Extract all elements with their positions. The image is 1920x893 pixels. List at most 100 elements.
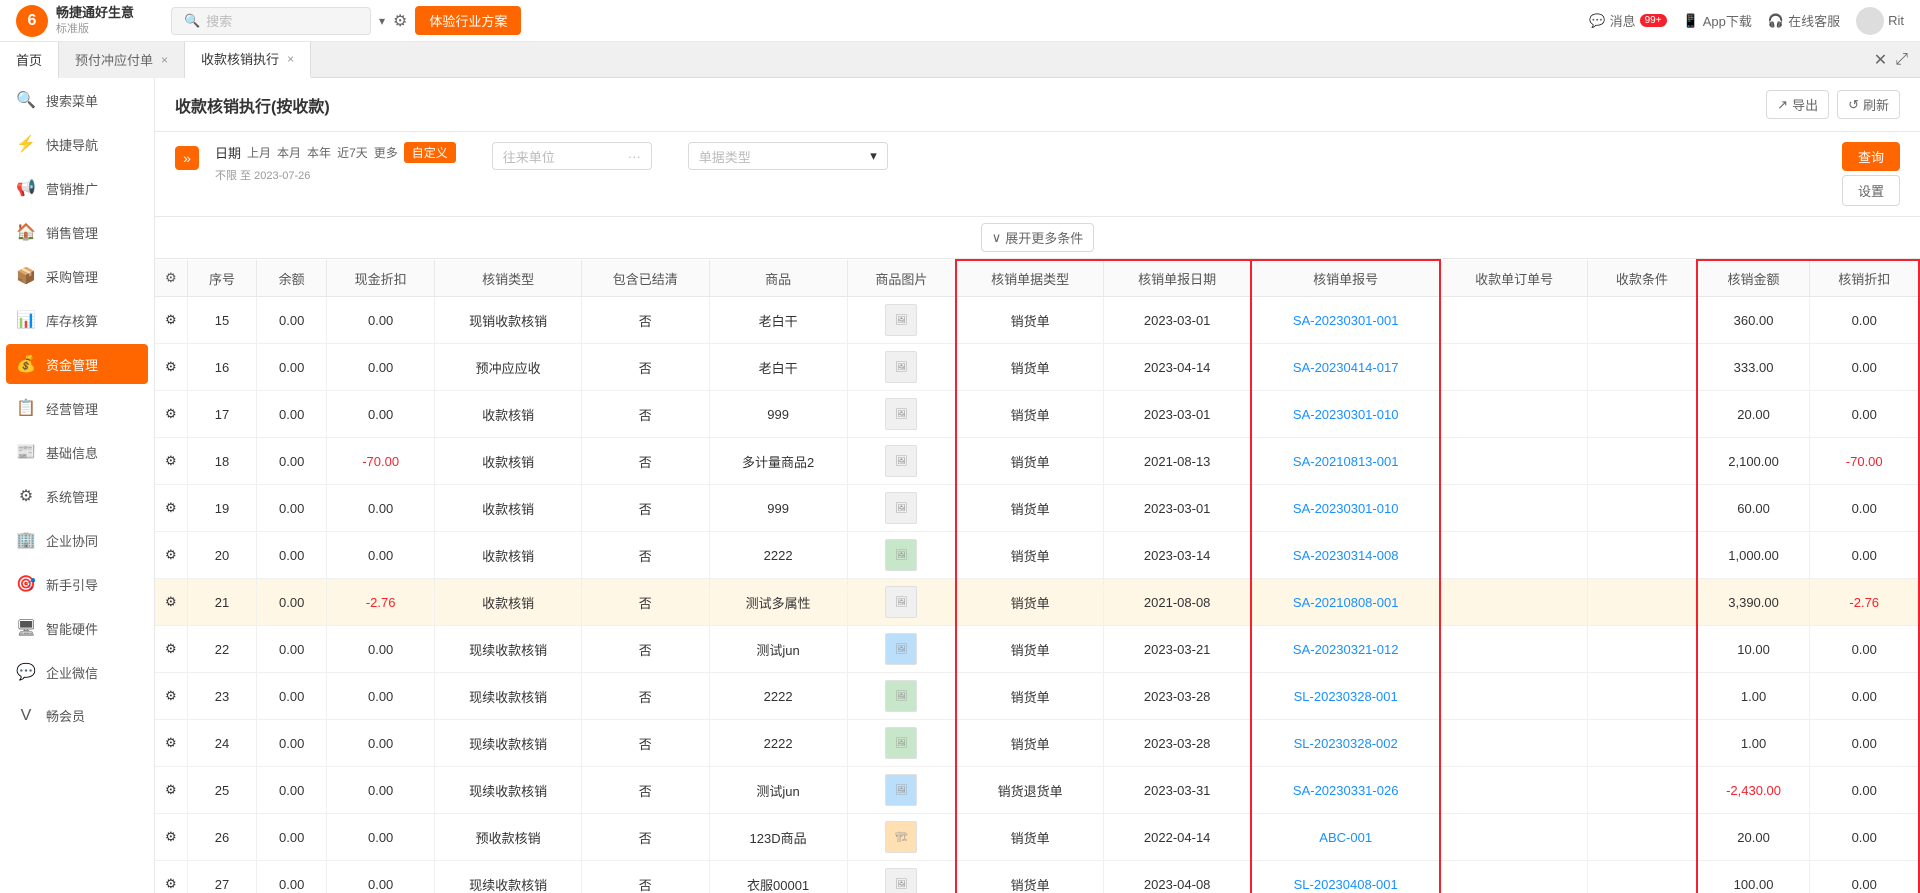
cell-verify-bill-no[interactable]: ABC-001 (1251, 814, 1440, 861)
bill-no-link[interactable]: SA-20230314-008 (1293, 548, 1399, 563)
cell-verify-bill-no[interactable]: SA-20230301-010 (1251, 485, 1440, 532)
app-download-btn[interactable]: 📱 App下载 (1683, 11, 1752, 30)
header-dropdown[interactable]: ▾ (379, 14, 385, 28)
cell-settings[interactable]: ⚙ (155, 344, 187, 391)
table-row: ⚙ 27 0.00 0.00 现续收款核销 否 衣服00001 🖼 销货单 20… (155, 861, 1919, 893)
user-info[interactable]: Rit (1856, 7, 1904, 35)
bill-no-link[interactable]: SA-20230301-010 (1293, 407, 1399, 422)
sidebar-item-purchase[interactable]: 📦 采购管理 (0, 254, 154, 298)
bill-no-link[interactable]: SA-20210808-001 (1293, 595, 1399, 610)
sidebar-item-marketing[interactable]: 📢 营销推广 (0, 166, 154, 210)
message-btn[interactable]: 💬 消息 99+ (1589, 11, 1666, 30)
cell-verify-bill-no[interactable]: SL-20230408-001 (1251, 861, 1440, 893)
cell-settings[interactable]: ⚙ (155, 720, 187, 767)
expand-more-button[interactable]: ∨ 展开更多条件 (981, 223, 1095, 252)
date-more[interactable]: 更多 (374, 144, 398, 161)
cell-settings[interactable]: ⚙ (155, 532, 187, 579)
cell-verify-bill-no[interactable]: SL-20230328-001 (1251, 673, 1440, 720)
tab-receipt[interactable]: 收款核销执行 × (185, 42, 311, 78)
cell-settings[interactable]: ⚙ (155, 485, 187, 532)
cell-cash-discount: 0.00 (327, 767, 435, 814)
cell-goods-img: 🖼 (847, 438, 956, 485)
filter-settings-button[interactable]: 设置 (1842, 175, 1900, 206)
cell-receipt-order-no (1440, 532, 1588, 579)
sidebar-item-inventory[interactable]: 📊 库存核算 (0, 298, 154, 342)
export-button[interactable]: ↗ 导出 (1766, 90, 1829, 119)
cell-receipt-condition (1588, 626, 1697, 673)
purchase-icon: 📦 (16, 266, 36, 286)
main-layout: 🔍 搜索菜单 ⚡ 快捷导航 📢 营销推广 🏠 销售管理 📦 采购管理 📊 库存核… (0, 78, 1920, 893)
from-unit-input[interactable]: 往来单位 ··· (492, 142, 652, 170)
cell-verify-bill-no[interactable]: SA-20230321-012 (1251, 626, 1440, 673)
tab-prepay[interactable]: 预付冲应付单 × (59, 42, 185, 78)
cell-settings[interactable]: ⚙ (155, 673, 187, 720)
sidebar-item-wechat[interactable]: 💬 企业微信 (0, 650, 154, 694)
date-this-year[interactable]: 本年 (307, 144, 331, 161)
bill-type-select[interactable]: 单据类型 ▾ (688, 142, 888, 170)
cell-goods-img: 🖼 (847, 485, 956, 532)
cell-settings[interactable]: ⚙ (155, 814, 187, 861)
table-row: ⚙ 23 0.00 0.00 现续收款核销 否 2222 🖼 销货单 2023-… (155, 673, 1919, 720)
cell-verify-bill-no[interactable]: SA-20230314-008 (1251, 532, 1440, 579)
sidebar-item-enterprise[interactable]: 🏢 企业协同 (0, 518, 154, 562)
tab-prepay-close[interactable]: × (161, 53, 168, 67)
filter-expand-button[interactable]: » (175, 146, 199, 170)
sidebar-item-search[interactable]: 🔍 搜索菜单 (0, 78, 154, 122)
col-settings[interactable]: ⚙ (155, 260, 187, 297)
bill-no-link[interactable]: SL-20230328-002 (1294, 736, 1398, 751)
date-7days[interactable]: 近7天 (337, 144, 368, 161)
cell-settings[interactable]: ⚙ (155, 626, 187, 673)
bill-no-link[interactable]: SL-20230328-001 (1294, 689, 1398, 704)
cell-verify-bill-date: 2021-08-13 (1104, 438, 1252, 485)
goods-img: 🏗 (885, 821, 917, 853)
cell-settings[interactable]: ⚙ (155, 579, 187, 626)
sidebar-item-hardware[interactable]: 🖥 智能硬件 (0, 606, 154, 650)
cell-verify-bill-no[interactable]: SA-20230301-001 (1251, 297, 1440, 344)
sidebar-item-member[interactable]: V 畅会员 (0, 694, 154, 737)
search-box[interactable]: 🔍 搜索 (171, 7, 371, 35)
sidebar-item-basic[interactable]: 📰 基础信息 (0, 430, 154, 474)
cell-cash-discount: 0.00 (327, 720, 435, 767)
cell-include-settled: 否 (582, 485, 709, 532)
tab-receipt-close[interactable]: × (287, 52, 294, 66)
cell-verify-bill-no[interactable]: SA-20230414-017 (1251, 344, 1440, 391)
bill-no-link[interactable]: SA-20230414-017 (1293, 360, 1399, 375)
cell-verify-bill-no[interactable]: SA-20230301-010 (1251, 391, 1440, 438)
query-button[interactable]: 查询 (1842, 142, 1900, 171)
tab-expand-icon[interactable]: ⤢ (1895, 51, 1908, 69)
message-badge: 99+ (1640, 14, 1667, 27)
cell-settings[interactable]: ⚙ (155, 767, 187, 814)
date-this-month[interactable]: 本月 (277, 144, 301, 161)
bill-no-link[interactable]: ABC-001 (1319, 830, 1372, 845)
cell-include-settled: 否 (582, 673, 709, 720)
sidebar-item-operation[interactable]: 📋 经营管理 (0, 386, 154, 430)
cell-settings[interactable]: ⚙ (155, 297, 187, 344)
cell-verify-bill-no[interactable]: SA-20230331-026 (1251, 767, 1440, 814)
bill-no-link[interactable]: SA-20230301-001 (1293, 313, 1399, 328)
cell-verify-bill-no[interactable]: SL-20230328-002 (1251, 720, 1440, 767)
date-last-month[interactable]: 上月 (247, 144, 271, 161)
bill-no-link[interactable]: SA-20230331-026 (1293, 783, 1399, 798)
tab-close-all-icon[interactable]: ✕ (1874, 50, 1887, 70)
bill-no-link[interactable]: SA-20230321-012 (1293, 642, 1399, 657)
sidebar-item-sales[interactable]: 🏠 销售管理 (0, 210, 154, 254)
sidebar-item-nav[interactable]: ⚡ 快捷导航 (0, 122, 154, 166)
settings-icon[interactable]: ⚙ (393, 11, 407, 31)
tab-home[interactable]: 首页 (0, 42, 59, 78)
bill-no-link[interactable]: SL-20230408-001 (1294, 877, 1398, 892)
sidebar-item-guide[interactable]: 🎯 新手引导 (0, 562, 154, 606)
bill-no-link[interactable]: SA-20230301-010 (1293, 501, 1399, 516)
service-btn[interactable]: 🎧 在线客服 (1768, 11, 1840, 30)
sidebar-item-finance[interactable]: 💰 资金管理 (6, 344, 148, 384)
industry-btn[interactable]: 体验行业方案 (415, 6, 521, 35)
cell-verify-bill-no[interactable]: SA-20210808-001 (1251, 579, 1440, 626)
bill-no-link[interactable]: SA-20210813-001 (1293, 454, 1399, 469)
cell-settings[interactable]: ⚙ (155, 391, 187, 438)
sidebar-item-system[interactable]: ⚙ 系统管理 (0, 474, 154, 518)
cell-settings[interactable]: ⚙ (155, 438, 187, 485)
cell-settings[interactable]: ⚙ (155, 861, 187, 893)
cell-verify-bill-no[interactable]: SA-20210813-001 (1251, 438, 1440, 485)
refresh-button[interactable]: ↺ 刷新 (1837, 90, 1900, 119)
cell-cash-discount: 0.00 (327, 673, 435, 720)
date-custom-button[interactable]: 自定义 (404, 142, 456, 163)
